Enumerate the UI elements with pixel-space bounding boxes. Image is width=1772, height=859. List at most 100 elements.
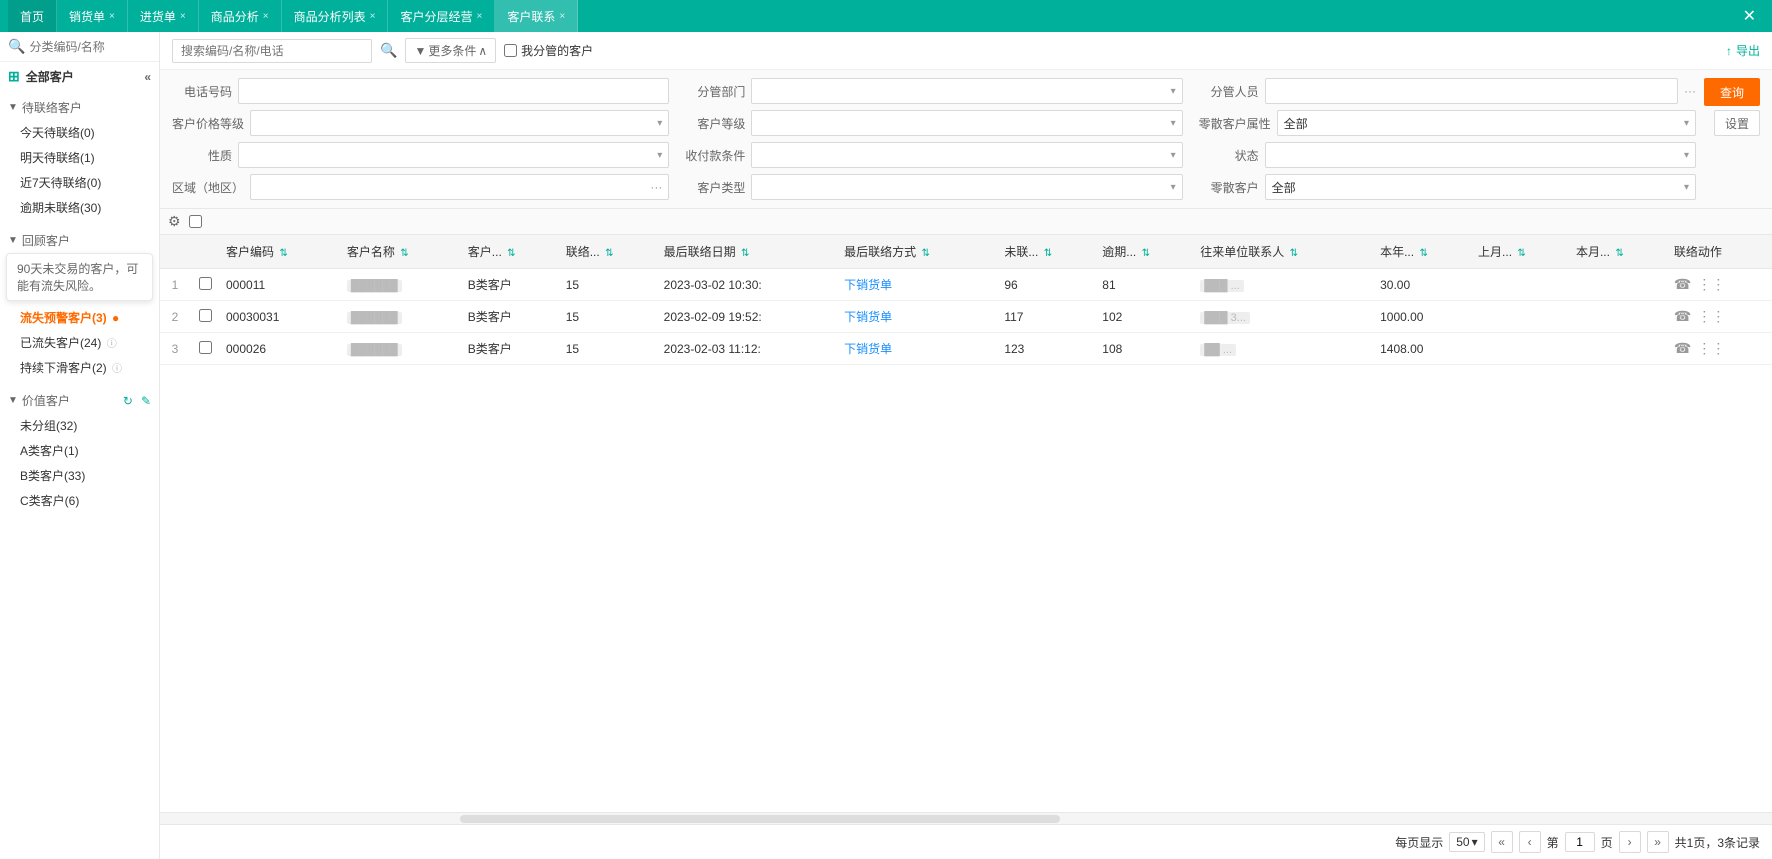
region-more[interactable]: ··· (650, 180, 662, 194)
retail-customer-select[interactable]: 全部 ▾ (1265, 174, 1696, 200)
row3-checkbox[interactable] (190, 333, 220, 365)
advanced-filter: 电话号码 分管部门 ▾ 分管人员 (160, 70, 1772, 209)
retail-customer-arrow: ▾ (1684, 182, 1689, 193)
col-last-contact-method[interactable]: 最后联络方式 ⇅ (838, 235, 998, 269)
row2-last-month (1472, 301, 1570, 333)
col-type[interactable]: 客户... ⇅ (462, 235, 560, 269)
valued-refresh-icon[interactable]: ↻ (123, 394, 133, 408)
status-select[interactable]: ▾ (1265, 142, 1696, 168)
sidebar-search-input[interactable] (29, 40, 160, 54)
sidebar-item-churn-warning[interactable]: 流失预警客户(3) ● (0, 305, 159, 330)
first-page-button[interactable]: « (1491, 831, 1513, 853)
per-page-select[interactable]: 50 ▾ (1449, 832, 1484, 852)
sidebar-item-class-a[interactable]: A类客户(1) (0, 438, 159, 463)
row2-contact-icon[interactable]: ☎ (1674, 308, 1691, 325)
col-this-month[interactable]: 本月... ⇅ (1570, 235, 1668, 269)
dept-select[interactable]: ▾ (751, 78, 1182, 104)
nav-tab-goods-analysis-list[interactable]: 商品分析列表 × (282, 0, 389, 32)
manager-select[interactable] (1265, 78, 1678, 104)
scroll-track[interactable] (460, 815, 1060, 823)
my-customers-check[interactable] (504, 44, 517, 57)
region-select[interactable]: ··· (250, 174, 669, 200)
prev-page-button[interactable]: ‹ (1519, 831, 1541, 853)
nav-tab-goods-analysis[interactable]: 商品分析 × (199, 0, 282, 32)
table-settings-icon[interactable]: ⚙ (168, 213, 181, 230)
col-code[interactable]: 客户编码 ⇅ (220, 235, 341, 269)
sidebar-item-tomorrow-pending[interactable]: 明天待联络(1) (0, 145, 159, 170)
sidebar-item-lost-customers[interactable]: 已流失客户(24) ⓘ (0, 330, 159, 355)
customer-type-select[interactable]: ▾ (751, 174, 1182, 200)
row1-contact-icon[interactable]: ☎ (1674, 276, 1691, 293)
export-button[interactable]: ↑ 导出 (1726, 42, 1760, 59)
close-all-tabs[interactable]: ✕ (1735, 6, 1764, 26)
price-tier-select[interactable]: ▾ (250, 110, 669, 136)
payment-select[interactable]: ▾ (751, 142, 1182, 168)
col-action: 联络动作 (1668, 235, 1772, 269)
sidebar-item-class-c[interactable]: C类客户(6) (0, 488, 159, 513)
home-tab-label: 首页 (20, 8, 44, 25)
row3-last-method[interactable]: 下销货单 (838, 333, 998, 365)
nature-select[interactable]: ▾ (238, 142, 669, 168)
sales-tab-close[interactable]: × (109, 11, 115, 22)
retail-attr-select[interactable]: 全部 ▾ (1277, 110, 1696, 136)
sidebar-item-overdue-pending[interactable]: 逾期未联络(30) (0, 195, 159, 220)
customer-tier-tab-close[interactable]: × (476, 11, 482, 22)
sidebar-item-class-b[interactable]: B类客户(33) (0, 463, 159, 488)
customer-contact-tab-close[interactable]: × (559, 11, 565, 22)
filter-search-input[interactable] (172, 39, 372, 63)
goods-analysis-tab-close[interactable]: × (263, 11, 269, 22)
horizontal-scrollbar[interactable] (160, 812, 1772, 824)
nav-tab-home[interactable]: 首页 (8, 0, 57, 32)
row3-contact-icon[interactable]: ☎ (1674, 340, 1691, 357)
col-overdue[interactable]: 逾期... ⇅ (1096, 235, 1194, 269)
goods-analysis-list-tab-close[interactable]: × (370, 11, 376, 22)
col-name[interactable]: 客户名称 ⇅ (341, 235, 462, 269)
my-customers-checkbox[interactable]: 我分管的客户 (504, 42, 593, 59)
retail-attr-arrow: ▾ (1684, 118, 1689, 129)
row2-more-icon[interactable]: ⋮⋮ (1697, 308, 1725, 325)
pending-group-label: 待联络客户 (22, 99, 82, 116)
filter-search-button[interactable]: 🔍 (380, 42, 397, 59)
col-unit-contact[interactable]: 往来单位联系人 ⇅ (1194, 235, 1374, 269)
row1-checkbox[interactable] (190, 269, 220, 301)
sidebar-item-today-pending[interactable]: 今天待联络(0) (0, 120, 159, 145)
row1-more-icon[interactable]: ⋮⋮ (1697, 276, 1725, 293)
filter-field-nature: 性质 ▾ (172, 142, 669, 168)
filter-field-manager: 分管人员 ··· (1199, 78, 1696, 104)
sidebar-item-ungrouped[interactable]: 未分组(32) (0, 413, 159, 438)
nav-tab-sales[interactable]: 销货单 × (57, 0, 128, 32)
select-all-checkbox[interactable] (189, 215, 202, 228)
settings-button[interactable]: 设置 (1714, 110, 1760, 136)
nav-tab-customer-contact[interactable]: 客户联系 × (495, 0, 578, 32)
more-conditions-button[interactable]: ▼ 更多条件 ∧ (405, 38, 496, 63)
next-page-button[interactable]: › (1619, 831, 1641, 853)
sidebar-item-declining-customers[interactable]: 持续下滑客户(2) ⓘ (0, 355, 159, 380)
purchase-tab-close[interactable]: × (180, 11, 186, 22)
valued-edit-icon[interactable]: ✎ (141, 394, 151, 408)
col-contact[interactable]: 联络... ⇅ (560, 235, 658, 269)
row1-last-method[interactable]: 下销货单 (838, 269, 998, 301)
sidebar-group-pending-header[interactable]: ▼ 待联络客户 (0, 95, 159, 120)
sidebar-collapse-icon[interactable]: « (144, 70, 151, 84)
col-uncontacted[interactable]: 未联... ⇅ (998, 235, 1096, 269)
row2-checkbox[interactable] (190, 301, 220, 333)
sidebar-group-valued-header[interactable]: ▼ 价值客户 ↻ ✎ (0, 388, 159, 413)
phone-input[interactable] (238, 78, 669, 104)
query-button[interactable]: 查询 (1704, 78, 1760, 106)
manager-more[interactable]: ··· (1684, 84, 1696, 98)
grade-select[interactable]: ▾ (751, 110, 1182, 136)
last-page-button[interactable]: » (1647, 831, 1669, 853)
row3-more-icon[interactable]: ⋮⋮ (1697, 340, 1725, 357)
row2-last-method[interactable]: 下销货单 (838, 301, 998, 333)
sidebar-group-churn-header[interactable]: ▼ 回顾客户 (0, 228, 159, 253)
contact-sort-icon: ⇅ (605, 248, 613, 259)
page-input[interactable] (1565, 832, 1595, 852)
filter-row-3: 性质 ▾ 收付款条件 ▾ (172, 142, 1696, 168)
col-last-contact-date[interactable]: 最后联络日期 ⇅ (658, 235, 838, 269)
table-header-row: 客户编码 ⇅ 客户名称 ⇅ 客户... ⇅ 联络... (160, 235, 1772, 269)
sidebar-item-7days-pending[interactable]: 近7天待联络(0) (0, 170, 159, 195)
nav-tab-purchase[interactable]: 进货单 × (128, 0, 199, 32)
col-last-month[interactable]: 上月... ⇅ (1472, 235, 1570, 269)
col-this-year[interactable]: 本年... ⇅ (1374, 235, 1472, 269)
nav-tab-customer-tier[interactable]: 客户分层经营 × (388, 0, 495, 32)
